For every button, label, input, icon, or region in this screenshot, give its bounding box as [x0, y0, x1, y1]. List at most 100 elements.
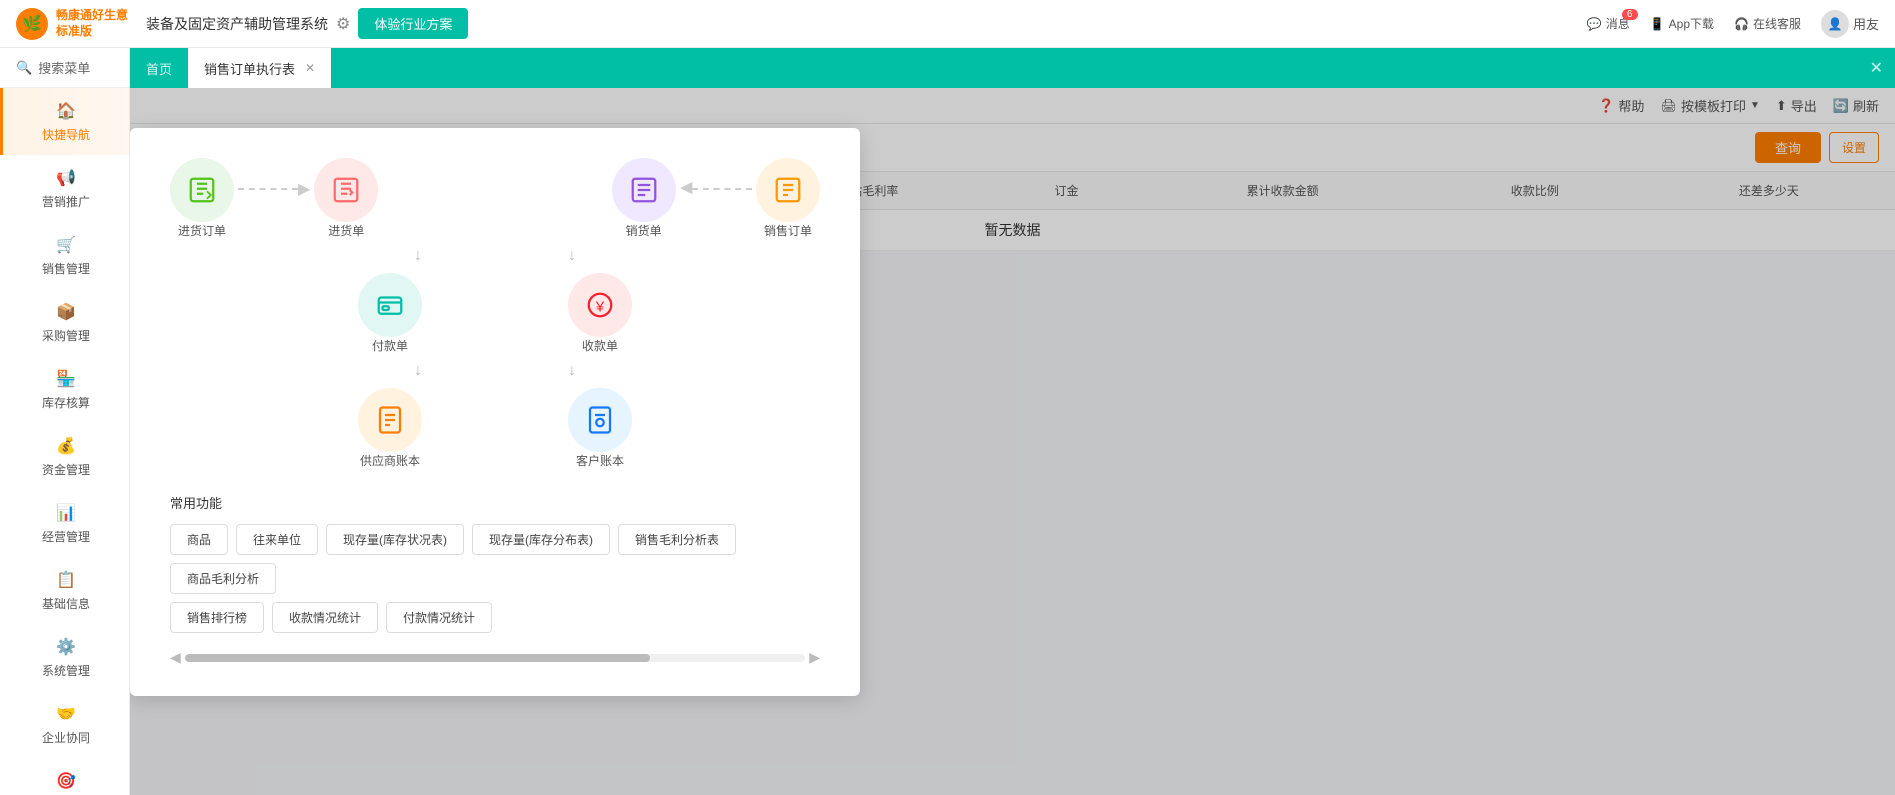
down-arrow-payment: ↓ [358, 362, 478, 380]
svg-text:¥: ¥ [595, 298, 605, 315]
flow-node-receipt[interactable]: ¥ 收款单 [568, 273, 632, 354]
down-arrow-pb: ↓ [358, 247, 478, 265]
user-name: 用友 [1853, 14, 1879, 33]
func-btn-payment-stats[interactable]: 付款情况统计 [386, 602, 492, 633]
sidebar-item-system[interactable]: ⚙️ 系统管理 [0, 624, 129, 691]
cooperation-icon: 🤝 [55, 703, 77, 725]
flow-node-customer-ledger[interactable]: 客户账本 [568, 388, 632, 469]
payment-label: 付款单 [372, 337, 408, 354]
common-func-title: 常用功能 [170, 493, 820, 512]
sidebar-item-basic[interactable]: 📋 基础信息 [0, 557, 129, 624]
headset-icon: 🎧 [1734, 17, 1749, 31]
online-service-btn[interactable]: 🎧 在线客服 [1734, 15, 1801, 32]
flow-row-2: 付款单 ¥ [170, 273, 820, 354]
modal-overlay: 进货订单 ▶ [130, 88, 1895, 795]
sale-order-circle [756, 158, 820, 222]
newbie-icon: 🎯 [55, 770, 77, 792]
func-btn-sales-rank[interactable]: 销售排行榜 [170, 602, 264, 633]
marketing-icon: 📢 [55, 167, 77, 189]
logo-text: 畅康通好生意 标准版 [56, 8, 128, 39]
tab-sales-orders[interactable]: 销售订单执行表 ✕ [188, 48, 331, 88]
logo-area: 🌿 畅康通好生意 标准版 [16, 8, 146, 40]
sidebar-item-quick-nav[interactable]: 🏠 快捷导航 [0, 88, 129, 155]
sidebar-item-marketing[interactable]: 📢 营销推广 [0, 155, 129, 222]
func-btn-sales-profit[interactable]: 销售毛利分析表 [618, 524, 736, 555]
modal-box: 进货订单 ▶ [130, 128, 860, 696]
supplier-ledger-label: 供应商账本 [360, 452, 420, 469]
sales-icon: 🛒 [55, 234, 77, 256]
modal-scrollbar[interactable] [185, 654, 805, 662]
avatar: 👤 [1821, 10, 1849, 38]
purchase-bill-label: 进货单 [328, 222, 364, 239]
modal-scrollbar-container: ◀ ▶ [170, 649, 820, 666]
sidebar-item-purchase[interactable]: 📦 采购管理 [0, 289, 129, 356]
scroll-left-icon[interactable]: ◀ [170, 649, 181, 666]
message-btn[interactable]: 💬 消息 6 [1587, 15, 1630, 32]
flow-row-3-arrows: ↓ ↓ [170, 362, 820, 384]
sidebar-item-finance[interactable]: 💰 资金管理 [0, 423, 129, 490]
tab-bar: 首页 销售订单执行表 ✕ ✕ [130, 48, 1895, 88]
operation-icon: 📊 [55, 502, 77, 524]
flow-node-payment[interactable]: 付款单 [358, 273, 422, 354]
sidebar-item-label: 营销推广 [42, 193, 90, 210]
sidebar-item-label: 库存核算 [42, 394, 90, 411]
func-buttons-row2: 销售排行榜 收款情况统计 付款情况统计 [170, 602, 820, 633]
main-area: 🔍 搜索菜单 🏠 快捷导航 📢 营销推广 🛒 销售管理 📦 采购管理 🏪 [0, 48, 1895, 795]
sidebar-item-label: 销售管理 [42, 260, 90, 277]
tab-bar-close-btn[interactable]: ✕ [1858, 58, 1895, 78]
search-icon: 🔍 [16, 60, 32, 76]
flow-node-purchase-bill[interactable]: 进货单 [314, 158, 378, 239]
sidebar-item-cooperation[interactable]: 🤝 企业协同 [0, 691, 129, 758]
sidebar-item-label: 快捷导航 [42, 126, 90, 143]
receipt-circle: ¥ [568, 273, 632, 337]
func-btn-product[interactable]: 商品 [170, 524, 228, 555]
purchase-order-label: 进货订单 [178, 222, 226, 239]
flow-node-sale-order[interactable]: 销售订单 [756, 158, 820, 239]
flow-row-2-arrows: ↓ ↓ [170, 247, 820, 269]
home-icon: 🏠 [55, 100, 77, 122]
sale-order-label: 销售订单 [764, 222, 812, 239]
tab-close-icon[interactable]: ✕ [305, 61, 315, 75]
flow-node-purchase-order[interactable]: 进货订单 [170, 158, 234, 239]
top-header: 🌿 畅康通好生意 标准版 装备及固定资产辅助管理系统 ⚙ 体验行业方案 💬 消息… [0, 0, 1895, 48]
sidebar-item-newbie[interactable]: 🎯 新手引导 [0, 758, 129, 795]
sidebar-item-label: 基础信息 [42, 595, 90, 612]
sidebar-item-operation[interactable]: 📊 经营管理 [0, 490, 129, 557]
header-right: 💬 消息 6 📱 App下载 🎧 在线客服 👤 用友 [1587, 10, 1879, 38]
modal-scrollbar-thumb [185, 654, 650, 662]
app-download-btn[interactable]: 📱 App下载 [1650, 15, 1714, 32]
tab-home[interactable]: 首页 [130, 48, 188, 88]
message-badge: 6 [1622, 9, 1638, 20]
receipt-label: 收款单 [582, 337, 618, 354]
func-btn-receipt-stats[interactable]: 收款情况统计 [272, 602, 378, 633]
message-icon: 💬 [1587, 17, 1602, 31]
func-btn-stock-status[interactable]: 现存量(库存状况表) [326, 524, 464, 555]
sidebar-item-sales[interactable]: 🛒 销售管理 [0, 222, 129, 289]
experience-btn[interactable]: 体验行业方案 [358, 8, 468, 39]
down-arrow-sb: ↓ [512, 247, 632, 265]
supplier-ledger-circle [358, 388, 422, 452]
sidebar-item-label: 系统管理 [42, 662, 90, 679]
func-btn-stock-dist[interactable]: 现存量(库存分布表) [472, 524, 610, 555]
user-area[interactable]: 👤 用友 [1821, 10, 1879, 38]
sidebar-item-label: 采购管理 [42, 327, 90, 344]
sidebar-item-inventory[interactable]: 🏪 库存核算 [0, 356, 129, 423]
settings-icon[interactable]: ⚙ [336, 14, 350, 34]
flow-row-3: 供应商账本 [170, 388, 820, 469]
func-btn-product-profit[interactable]: 商品毛利分析 [170, 563, 276, 594]
scroll-right-icon[interactable]: ▶ [809, 649, 820, 666]
search-menu[interactable]: 🔍 搜索菜单 [0, 48, 129, 88]
flow-node-sale-bill[interactable]: 销货单 [612, 158, 676, 239]
basic-icon: 📋 [55, 569, 77, 591]
sale-bill-circle [612, 158, 676, 222]
sidebar-item-label: 经营管理 [42, 528, 90, 545]
flow-section: 进货订单 ▶ [170, 158, 820, 469]
system-title: 装备及固定资产辅助管理系统 [146, 14, 328, 34]
finance-icon: 💰 [55, 435, 77, 457]
sidebar: 🔍 搜索菜单 🏠 快捷导航 📢 营销推广 🛒 销售管理 📦 采购管理 🏪 [0, 48, 130, 795]
func-btn-partners[interactable]: 往来单位 [236, 524, 318, 555]
flow-node-supplier-ledger[interactable]: 供应商账本 [358, 388, 422, 469]
sidebar-item-label: 资金管理 [42, 461, 90, 478]
page-content: ❓ 帮助 🖨 按模板打印 ▼ ⬆ 导出 🔄 刷新 [130, 88, 1895, 795]
app-icon: 📱 [1650, 17, 1665, 31]
